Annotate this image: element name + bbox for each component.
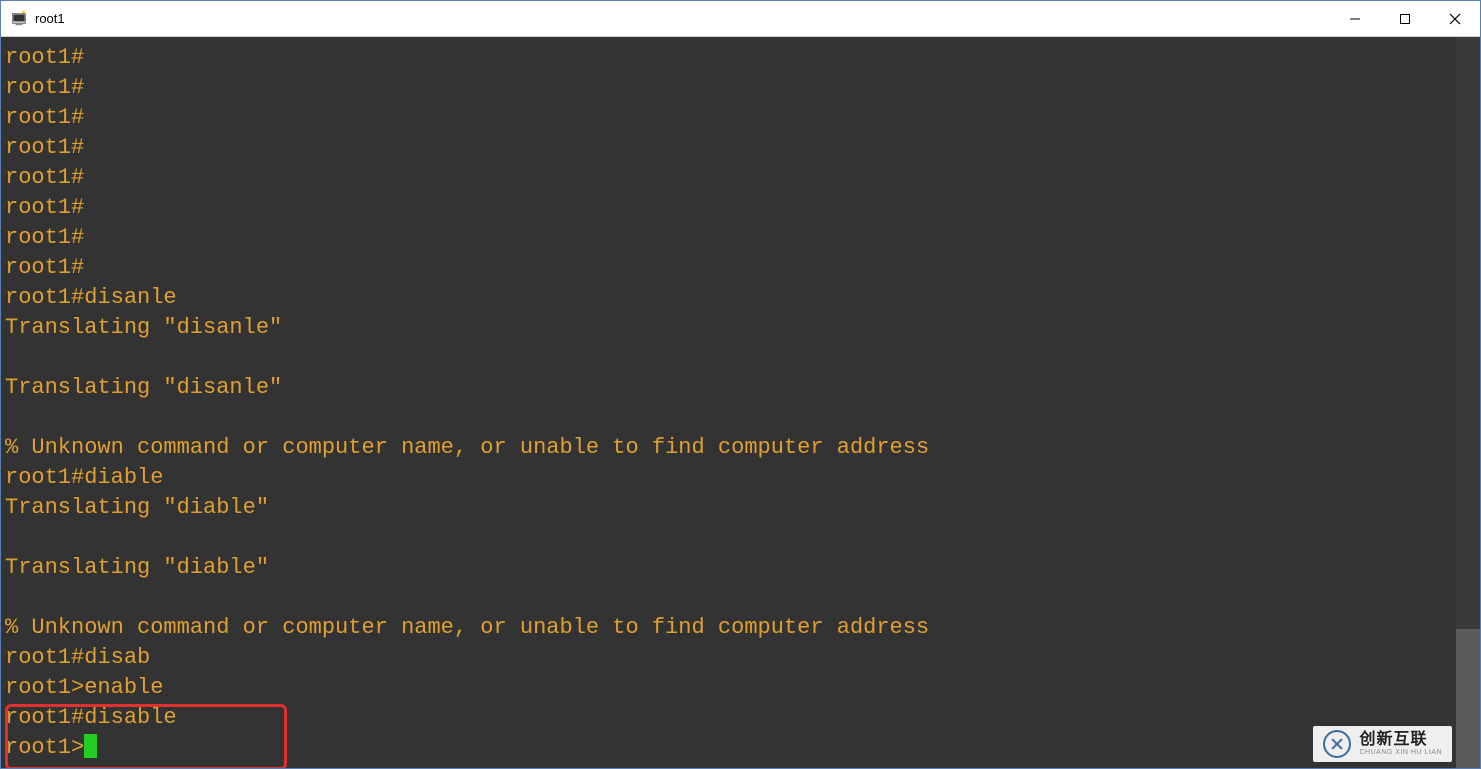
terminal-line bbox=[5, 343, 1452, 373]
terminal-container: root1#root1#root1#root1#root1#root1#root… bbox=[1, 37, 1480, 768]
terminal-line: root1> bbox=[5, 733, 1452, 763]
maximize-button[interactable] bbox=[1380, 1, 1430, 36]
terminal-line bbox=[5, 523, 1452, 553]
watermark-sub-text: CHUANG XIN HU LIAN bbox=[1359, 749, 1442, 757]
application-window: root1 root1#root1#root1#root1#root1#root… bbox=[0, 0, 1481, 769]
terminal-line: root1# bbox=[5, 163, 1452, 193]
terminal-line: root1>enable bbox=[5, 673, 1452, 703]
terminal[interactable]: root1#root1#root1#root1#root1#root1#root… bbox=[1, 37, 1456, 768]
window-title: root1 bbox=[35, 11, 1330, 26]
watermark-main-text: 创新互联 bbox=[1359, 731, 1442, 749]
terminal-line: root1# bbox=[5, 193, 1452, 223]
close-button[interactable] bbox=[1430, 1, 1480, 36]
terminal-line: root1#disable bbox=[5, 703, 1452, 733]
terminal-line: Translating "diable" bbox=[5, 493, 1452, 523]
terminal-line bbox=[5, 583, 1452, 613]
terminal-line: root1# bbox=[5, 43, 1452, 73]
terminal-line: root1#disab bbox=[5, 643, 1452, 673]
terminal-line: root1# bbox=[5, 253, 1452, 283]
scrollbar[interactable] bbox=[1456, 37, 1480, 768]
terminal-line: Translating "disanle" bbox=[5, 313, 1452, 343]
terminal-line: root1#disanle bbox=[5, 283, 1452, 313]
putty-icon bbox=[9, 9, 29, 29]
cursor bbox=[84, 734, 97, 758]
terminal-line: root1# bbox=[5, 73, 1452, 103]
terminal-line: Translating "disanle" bbox=[5, 373, 1452, 403]
watermark: 创新互联 CHUANG XIN HU LIAN bbox=[1313, 726, 1452, 762]
terminal-line: root1# bbox=[5, 103, 1452, 133]
terminal-line bbox=[5, 403, 1452, 433]
watermark-logo-icon bbox=[1323, 730, 1351, 758]
watermark-text: 创新互联 CHUANG XIN HU LIAN bbox=[1359, 731, 1442, 756]
terminal-line: root1#diable bbox=[5, 463, 1452, 493]
scrollbar-thumb[interactable] bbox=[1456, 629, 1480, 768]
terminal-line: root1# bbox=[5, 133, 1452, 163]
window-controls bbox=[1330, 1, 1480, 36]
terminal-line: % Unknown command or computer name, or u… bbox=[5, 433, 1452, 463]
terminal-line: % Unknown command or computer name, or u… bbox=[5, 613, 1452, 643]
titlebar[interactable]: root1 bbox=[1, 1, 1480, 37]
minimize-button[interactable] bbox=[1330, 1, 1380, 36]
terminal-line: root1# bbox=[5, 223, 1452, 253]
terminal-line: Translating "diable" bbox=[5, 553, 1452, 583]
